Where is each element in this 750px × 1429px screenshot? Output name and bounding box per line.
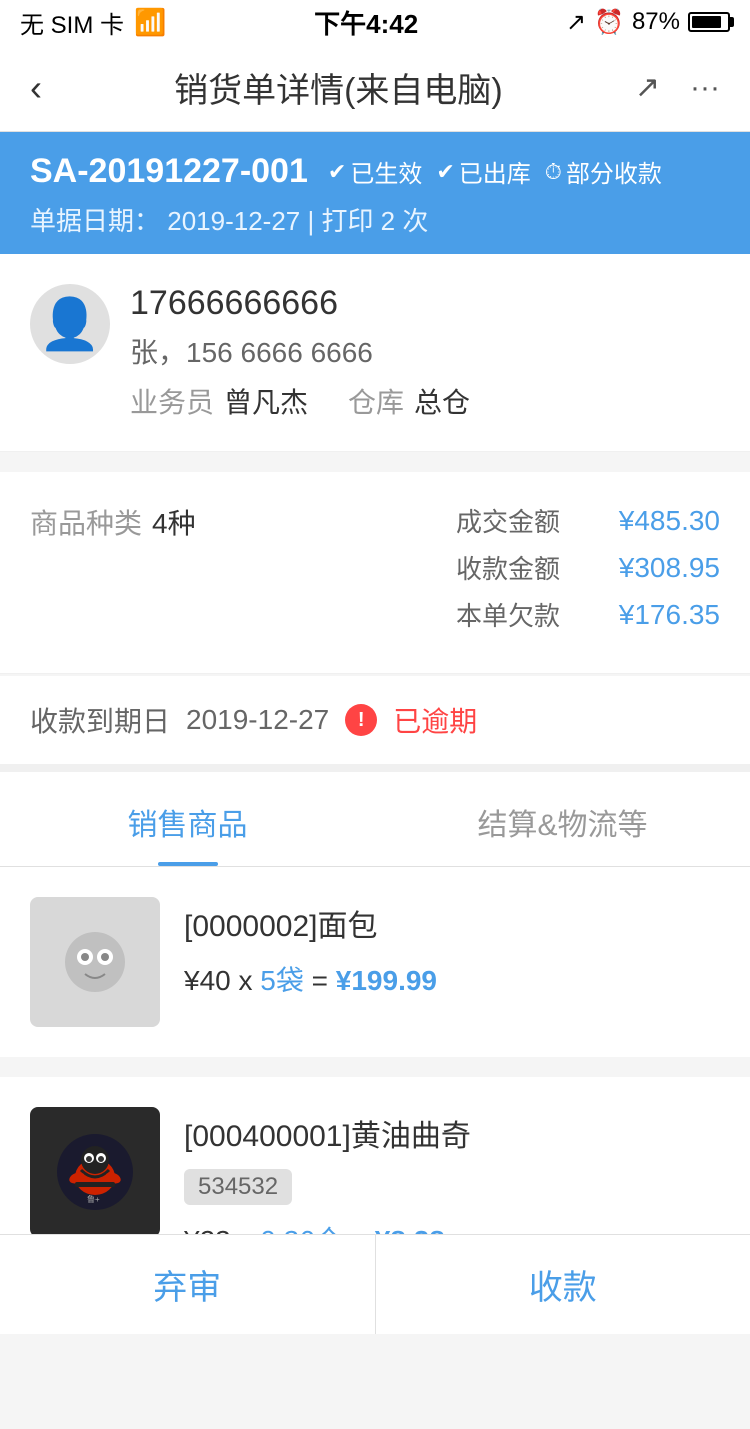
- product-tag-2: 534532: [184, 1169, 292, 1205]
- page-title: 销货单详情(来自电脑): [174, 63, 503, 112]
- customer-info: 17666666666 张，156 6666 6666 业务员 曾凡杰 仓库 总…: [130, 284, 720, 421]
- abandon-review-button[interactable]: 弃审: [0, 1235, 376, 1334]
- price-base-1: ¥40: [184, 965, 231, 996]
- order-banner: SA-20191227-001 ✔ 已生效 ✔ 已出库 ⏱ 部分收款 单据日期：…: [0, 132, 750, 254]
- status-left: 无 SIM 卡 📶: [20, 5, 166, 40]
- more-button[interactable]: ···: [690, 71, 720, 105]
- status-active-label: 已生效: [350, 154, 422, 189]
- carrier-label: 无 SIM 卡: [20, 5, 124, 40]
- category-label: 商品种类: [30, 502, 142, 542]
- status-tags: ✔ 已生效 ✔ 已出库 ⏱ 部分收款: [328, 154, 662, 189]
- due-section: 收款到期日 2019-12-27 ! 已逾期: [0, 676, 750, 772]
- nav-actions: ↗ ···: [635, 70, 720, 105]
- sales-meta: 业务员 曾凡杰: [130, 381, 308, 421]
- tab-settlement-label: 结算&物流等: [477, 809, 647, 842]
- check-icon-2: ✔: [436, 159, 454, 185]
- product-thumb-2: 鲁+: [30, 1107, 160, 1237]
- banner-row1: SA-20191227-001 ✔ 已生效 ✔ 已出库 ⏱ 部分收款: [30, 152, 720, 191]
- status-right: ↗ ⏰ 87%: [566, 8, 730, 37]
- clock-icon: ⏱: [545, 159, 562, 185]
- customer-name: 17666666666: [130, 284, 720, 323]
- customer-meta: 业务员 曾凡杰 仓库 总仓: [130, 381, 720, 421]
- overdue-text: 已逾期: [393, 700, 477, 740]
- stats-right: 成交金额 ¥485.30 收款金额 ¥308.95 本单欠款 ¥176.35: [456, 502, 720, 643]
- status-bar: 无 SIM 卡 📶 下午4:42 ↗ ⏰ 87%: [0, 0, 750, 44]
- banner-date-row: 单据日期： 2019-12-27 | 打印 2 次: [30, 201, 720, 238]
- received-value: ¥308.95: [580, 552, 720, 584]
- product-info-1: [0000002]面包 ¥40 x 5袋 = ¥199.99: [184, 897, 720, 999]
- table-row: [0000002]面包 ¥40 x 5袋 = ¥199.99: [0, 867, 750, 1057]
- battery-percent: 87%: [632, 8, 680, 36]
- tabs-section: 销售商品 结算&物流等: [0, 772, 750, 867]
- tab-sales-products[interactable]: 销售商品: [0, 772, 375, 866]
- total-1: ¥199.99: [336, 965, 437, 996]
- nav-bar: ‹ 销货单详情(来自电脑) ↗ ···: [0, 44, 750, 132]
- avatar: 👤: [30, 284, 110, 364]
- location-icon: ↗: [566, 8, 586, 37]
- sales-value: 曾凡杰: [224, 381, 308, 421]
- category-count: 商品种类 4种: [30, 502, 196, 542]
- received-row: 收款金额 ¥308.95: [456, 549, 720, 586]
- product-price-1: ¥40 x 5袋 = ¥199.99: [184, 959, 720, 999]
- battery-icon: [688, 12, 730, 32]
- product-code-name-2: [000400001]黄油曲奇: [184, 1111, 720, 1155]
- avatar-icon: 👤: [39, 295, 101, 354]
- tab-sales-label: 销售商品: [128, 809, 248, 842]
- multiply-1: x: [239, 965, 253, 996]
- deal-amount-row: 成交金额 ¥485.30: [456, 502, 720, 539]
- warehouse-label: 仓库: [348, 381, 404, 421]
- print-info: | 打印 2 次: [307, 206, 428, 236]
- category-value: 4种: [152, 502, 196, 542]
- wifi-icon: 📶: [134, 7, 166, 38]
- warehouse-value: 总仓: [414, 381, 470, 421]
- collect-payment-button[interactable]: 收款: [376, 1235, 750, 1334]
- status-tag-partial: ⏱ 部分收款: [545, 154, 662, 189]
- received-label: 收款金额: [456, 549, 560, 586]
- status-tag-active: ✔ 已生效: [328, 154, 422, 189]
- product-code-name-1: [0000002]面包: [184, 901, 720, 945]
- warehouse-meta: 仓库 总仓: [348, 381, 470, 421]
- status-shipped-label: 已出库: [459, 154, 531, 189]
- overdue-badge: !: [345, 704, 377, 736]
- stats-section: 商品种类 4种 成交金额 ¥485.30 收款金额 ¥308.95 本单欠款 ¥…: [0, 472, 750, 674]
- owl-thumb-placeholder: 鲁+: [30, 1107, 160, 1237]
- product-thumb-1: [30, 897, 160, 1027]
- customer-contact: 张，156 6666 6666: [130, 331, 720, 371]
- status-time: 下午4:42: [314, 4, 418, 41]
- deal-amount-value: ¥485.30: [580, 505, 720, 537]
- order-date: 2019-12-27: [167, 206, 300, 236]
- status-partial-label: 部分收款: [566, 154, 662, 189]
- owed-row: 本单欠款 ¥176.35: [456, 596, 720, 633]
- sales-label: 业务员: [130, 381, 214, 421]
- qty-1: 5袋: [260, 965, 304, 996]
- gray-thumb-placeholder: [30, 897, 160, 1027]
- due-date-label: 收款到期日: [30, 700, 170, 740]
- order-id: SA-20191227-001: [30, 152, 308, 191]
- date-label: 单据日期：: [30, 206, 160, 236]
- svg-text:鲁+: 鲁+: [87, 1194, 100, 1204]
- due-date-value: 2019-12-27: [186, 704, 329, 736]
- back-button[interactable]: ‹: [30, 67, 42, 109]
- check-icon-1: ✔: [328, 159, 346, 185]
- owed-label: 本单欠款: [456, 596, 560, 633]
- bottom-bar: 弃审 收款: [0, 1234, 750, 1334]
- status-tag-shipped: ✔ 已出库: [436, 154, 530, 189]
- tab-settlement[interactable]: 结算&物流等: [375, 772, 750, 866]
- customer-section: 👤 17666666666 张，156 6666 6666 业务员 曾凡杰 仓库…: [0, 254, 750, 452]
- stats-left: 商品种类 4种: [30, 502, 196, 542]
- overdue-icon: !: [358, 709, 365, 732]
- deal-amount-label: 成交金额: [456, 502, 560, 539]
- product-list: [0000002]面包 ¥40 x 5袋 = ¥199.99: [0, 867, 750, 1289]
- alarm-icon: ⏰: [594, 8, 624, 37]
- owed-value: ¥176.35: [580, 599, 720, 631]
- share-button[interactable]: ↗: [635, 70, 660, 105]
- equals-sign-1: =: [312, 965, 328, 996]
